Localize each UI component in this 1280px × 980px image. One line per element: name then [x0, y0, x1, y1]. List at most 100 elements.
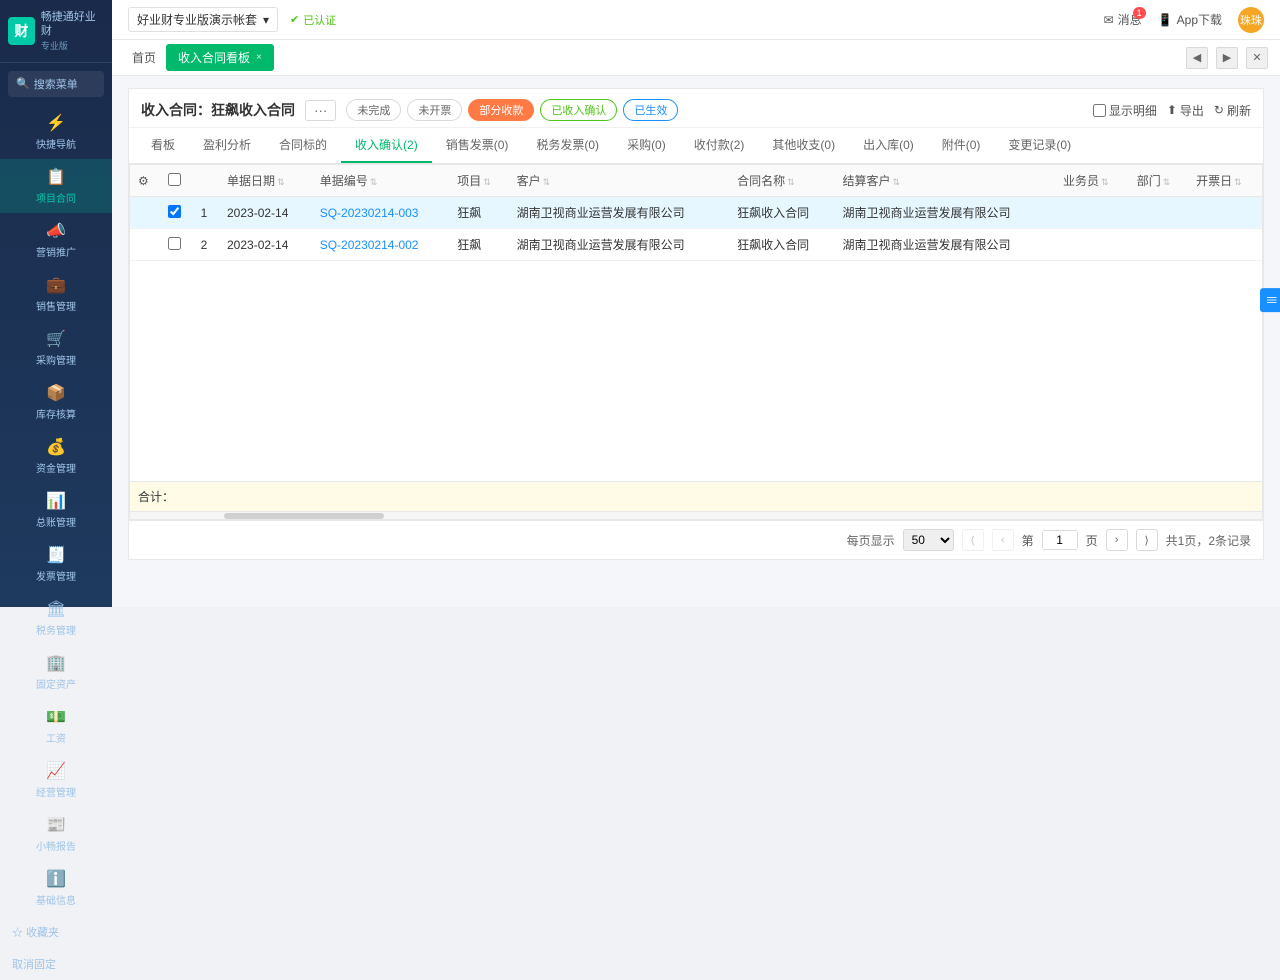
- tab-purchase[interactable]: 采购(0): [613, 128, 680, 163]
- sidebar-nav-ledger[interactable]: 📊 总账管理: [0, 483, 112, 537]
- search-menu-button[interactable]: 🔍 搜索菜单: [8, 71, 104, 97]
- status-incomplete-button[interactable]: 未完成: [346, 99, 401, 121]
- sidebar-nav-quick[interactable]: ⚡ 快捷导航: [0, 105, 112, 159]
- horizontal-scrollbar[interactable]: [130, 511, 1262, 519]
- tab-payment[interactable]: 收付款(2): [680, 128, 759, 163]
- sidebar-nav-project[interactable]: 📋 项目合同: [0, 159, 112, 213]
- sidebar-nav-management[interactable]: 📈 经营管理: [0, 753, 112, 807]
- sidebar-nav-salary[interactable]: 💵 工资: [0, 699, 112, 753]
- sidebar-nav-assets[interactable]: 🏢 固定资产: [0, 645, 112, 699]
- sidebar-nav-purchase[interactable]: 🛒 采购管理: [0, 321, 112, 375]
- next-page-button[interactable]: ›: [1106, 529, 1128, 551]
- data-table: ⚙ 单据日期⇅ 单据编号⇅ 项目⇅ 客户⇅ 合同名称⇅ 结算客户⇅: [130, 165, 1262, 261]
- tab-other-income[interactable]: 其他收支(0): [758, 128, 849, 163]
- tab-sales-invoice[interactable]: 销售发票(0): [432, 128, 523, 163]
- app-download-button[interactable]: 📱 App下载: [1158, 11, 1222, 28]
- tab-close-icon[interactable]: ×: [256, 52, 262, 63]
- unpin-item[interactable]: 取消固定: [0, 948, 112, 980]
- col-settle-customer[interactable]: 结算客户⇅: [835, 165, 1055, 197]
- row-checkbox-cell[interactable]: [160, 229, 189, 261]
- logo-icon: 财: [8, 17, 35, 45]
- table-footer: 合计：: [130, 481, 1262, 511]
- show-detail-checkbox-label[interactable]: 显示明细: [1093, 102, 1157, 119]
- tab-revenue-confirm[interactable]: 收入确认(2): [341, 128, 432, 163]
- col-dept[interactable]: 部门⇅: [1129, 165, 1188, 197]
- row-number-cell[interactable]: SQ-20230214-003: [312, 197, 449, 229]
- tab-tax-invoice[interactable]: 税务发票(0): [522, 128, 613, 163]
- content-inner: 收入合同：狂飙收入合同 ··· 未完成 未开票 部分收款 已收入确认 已生效 显…: [128, 88, 1264, 560]
- tab-next-button[interactable]: ▶: [1216, 47, 1238, 69]
- message-button[interactable]: ✉ 消息 1: [1104, 11, 1142, 28]
- row-date-cell: 2023-02-14: [219, 197, 312, 229]
- quick-nav-icon: ⚡: [46, 113, 66, 133]
- last-page-button[interactable]: ⟩: [1136, 529, 1158, 551]
- row-checkbox-cell[interactable]: [160, 197, 189, 229]
- tab-profit-analysis[interactable]: 盈利分析: [189, 128, 265, 163]
- logo-text-area: 畅捷通好业财 专业版: [41, 10, 104, 52]
- search-icon: 🔍: [16, 77, 30, 90]
- document-link[interactable]: SQ-20230214-003: [320, 206, 419, 220]
- company-name: 好业财专业版演示帐套: [137, 11, 257, 28]
- row-settle-customer-cell: 湖南卫视商业运营发展有限公司: [835, 197, 1055, 229]
- tab-kanban[interactable]: 看板: [137, 128, 189, 163]
- col-project[interactable]: 项目⇅: [449, 165, 508, 197]
- row-number-cell[interactable]: SQ-20230214-002: [312, 229, 449, 261]
- more-actions-button[interactable]: ···: [305, 100, 336, 121]
- row-settings-cell: [130, 197, 160, 229]
- col-invoice-date[interactable]: 开票日⇅: [1188, 165, 1262, 197]
- topbar: 好业财专业版演示帐套 ▾ ✔ 已认证 ✉ 消息 1 📱 App下载 珠珠: [112, 0, 1280, 40]
- tab-contract-board[interactable]: 收入合同看板 ×: [166, 44, 274, 71]
- sidebar-nav-sales[interactable]: 💼 销售管理: [0, 267, 112, 321]
- show-detail-checkbox[interactable]: [1093, 104, 1106, 117]
- contract-name: 狂飙收入合同: [211, 102, 295, 118]
- status-uninvoiced-button[interactable]: 未开票: [407, 99, 462, 121]
- col-salesman[interactable]: 业务员⇅: [1055, 165, 1129, 197]
- status-confirmed-button[interactable]: 已收入确认: [540, 99, 617, 121]
- company-selector[interactable]: 好业财专业版演示帐套 ▾: [128, 7, 278, 32]
- message-badge: 1: [1133, 7, 1146, 19]
- sidebar-nav-finance[interactable]: 💰 资金管理: [0, 429, 112, 483]
- status-active-button[interactable]: 已生效: [623, 99, 678, 121]
- tab-attachments[interactable]: 附件(0): [928, 128, 995, 163]
- row-invoice-date-cell: [1188, 229, 1262, 261]
- status-partial-button[interactable]: 部分收款: [468, 99, 534, 121]
- col-contract[interactable]: 合同名称⇅: [729, 165, 834, 197]
- col-number[interactable]: 单据编号⇅: [312, 165, 449, 197]
- document-link[interactable]: SQ-20230214-002: [320, 238, 419, 252]
- avatar[interactable]: 珠珠: [1238, 7, 1264, 33]
- sidebar-item-label: 库存核算: [36, 406, 76, 421]
- tab-contract-subject[interactable]: 合同标的: [265, 128, 341, 163]
- tab-close-all-button[interactable]: ✕: [1246, 47, 1268, 69]
- sales-icon: 💼: [46, 275, 66, 295]
- settings-col-header[interactable]: ⚙: [130, 165, 160, 197]
- tab-in-out-stock[interactable]: 出入库(0): [849, 128, 928, 163]
- export-button[interactable]: ⬆ 导出: [1167, 102, 1204, 119]
- col-customer[interactable]: 客户⇅: [509, 165, 729, 197]
- tab-change-log[interactable]: 变更记录(0): [994, 128, 1085, 163]
- table-row[interactable]: 1 2023-02-14 SQ-20230214-003 狂飙 湖南卫视商业运营…: [130, 197, 1262, 229]
- sidebar-nav-tax[interactable]: 🏛 税务管理: [0, 591, 112, 645]
- per-page-select[interactable]: 50 100 200: [903, 529, 954, 551]
- select-all-checkbox[interactable]: [168, 173, 181, 186]
- sidebar-nav-invoice[interactable]: 🧾 发票管理: [0, 537, 112, 591]
- sidebar-nav-marketing[interactable]: 📣 营销推广: [0, 213, 112, 267]
- sidebar-item-label: 营销推广: [36, 244, 76, 259]
- tab-prev-button[interactable]: ◀: [1186, 47, 1208, 69]
- right-float-button[interactable]: |||: [1260, 288, 1280, 312]
- page-number-input[interactable]: [1042, 530, 1078, 550]
- sidebar-nav-report[interactable]: 📰 小畅报告: [0, 807, 112, 861]
- favorites-item[interactable]: ☆ 收藏夹: [0, 916, 112, 948]
- table-row[interactable]: 2 2023-02-14 SQ-20230214-002 狂飙 湖南卫视商业运营…: [130, 229, 1262, 261]
- project-icon: 📋: [46, 167, 66, 187]
- sidebar-nav-inventory[interactable]: 📦 库存核算: [0, 375, 112, 429]
- prev-page-button[interactable]: ‹: [992, 529, 1014, 551]
- sidebar-nav-base[interactable]: ℹ️ 基础信息: [0, 861, 112, 915]
- sidebar-bottom: ☆ 收藏夹 取消固定: [0, 915, 112, 980]
- first-page-button[interactable]: ⟨: [962, 529, 984, 551]
- refresh-button[interactable]: ↻ 刷新: [1214, 102, 1251, 119]
- col-date[interactable]: 单据日期⇅: [219, 165, 312, 197]
- tab-home[interactable]: 首页: [124, 49, 164, 66]
- checkbox-col-header[interactable]: [160, 165, 189, 197]
- row-index-cell: 2: [189, 229, 219, 261]
- scrollbar-thumb[interactable]: [224, 513, 384, 519]
